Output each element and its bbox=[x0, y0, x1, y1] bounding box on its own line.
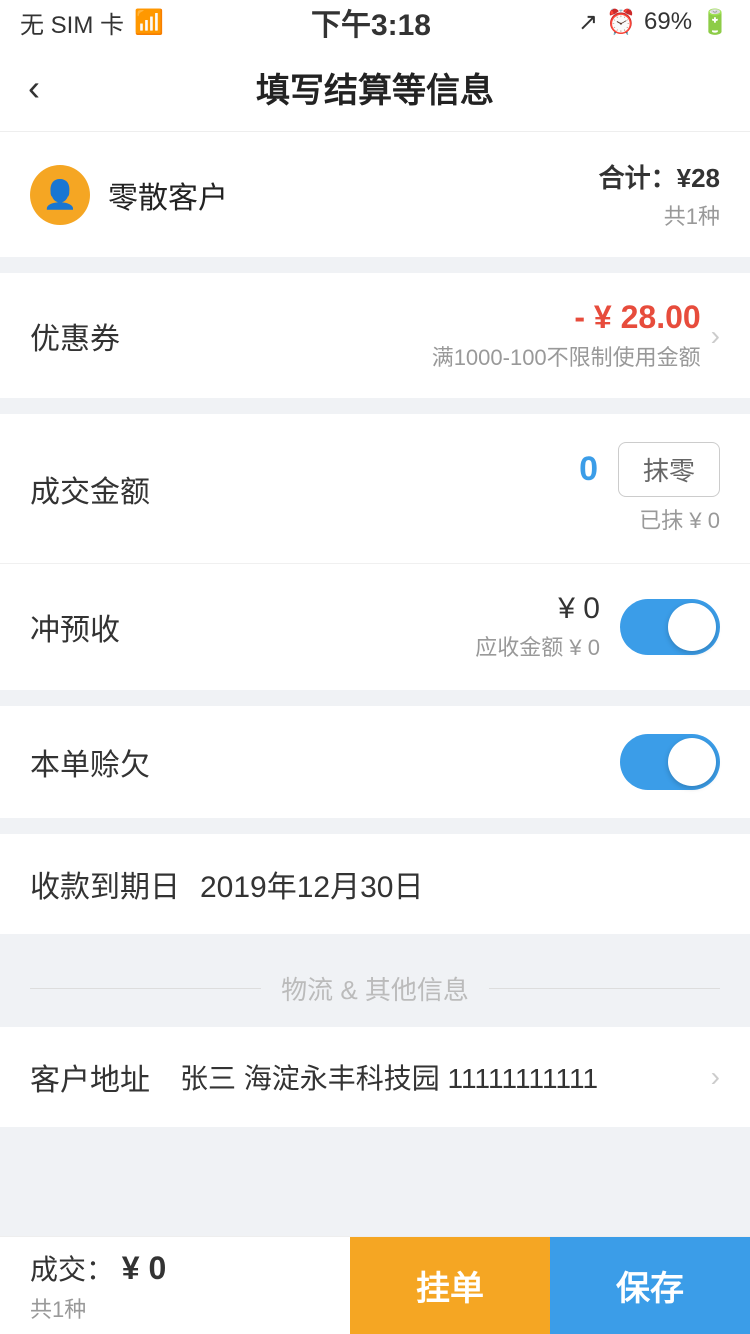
no-sim-text: 无 SIM 卡 bbox=[20, 5, 124, 40]
transaction-amount[interactable]: 0 bbox=[579, 450, 598, 489]
transaction-section: 成交金额 0 抹零 已抹 ¥ 0 冲预收 ¥ 0 应收金额 ¥ 0 bbox=[0, 414, 750, 690]
save-button[interactable]: 保存 bbox=[550, 1237, 750, 1334]
prepayment-main-amount: ¥ 0 bbox=[475, 592, 600, 626]
transaction-right: 0 抹零 已抹 ¥ 0 bbox=[579, 442, 720, 535]
coupon-amount: - ¥ 28.00 bbox=[432, 299, 701, 336]
customer-left: 👤 零散客户 bbox=[30, 165, 228, 225]
duedate-label: 收款到期日 bbox=[30, 862, 180, 906]
location-icon: ↗ bbox=[578, 8, 598, 37]
prepayment-label: 冲预收 bbox=[30, 605, 120, 649]
status-left: 无 SIM 卡 📶 bbox=[20, 5, 164, 40]
bottom-deal-label: 成交： bbox=[30, 1254, 114, 1285]
total-label: 合计：¥28 bbox=[599, 158, 720, 195]
logistics-divider: 物流 & 其他信息 bbox=[30, 970, 720, 1007]
debt-toggle[interactable] bbox=[620, 734, 720, 790]
customer-avatar: 👤 bbox=[30, 165, 90, 225]
coupon-section[interactable]: 优惠券 - ¥ 28.00 满1000-100不限制使用金额 › bbox=[0, 273, 750, 398]
total-count: 共1种 bbox=[599, 199, 720, 231]
transaction-label: 成交金额 bbox=[30, 467, 150, 511]
bottom-deal-amount: ¥ 0 bbox=[122, 1250, 166, 1286]
duedate-section: 收款到期日 2019年12月30日 bbox=[0, 834, 750, 934]
customer-right: 合计：¥28 共1种 bbox=[599, 158, 720, 231]
address-label: 客户地址 bbox=[30, 1055, 150, 1099]
alarm-icon: ⏰ bbox=[606, 8, 636, 37]
customer-name: 零散客户 bbox=[108, 173, 228, 217]
logistics-divider-container: 物流 & 其他信息 bbox=[0, 950, 750, 1027]
transaction-sub: 已抹 ¥ 0 bbox=[639, 503, 720, 535]
address-value: 张三 海淀永丰科技园 11111111111 bbox=[180, 1057, 711, 1097]
coupon-right: - ¥ 28.00 满1000-100不限制使用金额 › bbox=[432, 299, 720, 372]
prepayment-amounts: ¥ 0 应收金额 ¥ 0 bbox=[475, 592, 600, 662]
bottom-bar: 成交： ¥ 0 共1种 挂单 保存 bbox=[0, 1236, 750, 1334]
debt-label: 本单赊欠 bbox=[30, 740, 150, 784]
coupon-label: 优惠券 bbox=[30, 314, 120, 358]
duedate-value[interactable]: 2019年12月30日 bbox=[200, 862, 423, 906]
status-right: ↗ ⏰ 69% 🔋 bbox=[578, 8, 730, 37]
divider-line-left bbox=[30, 988, 261, 989]
prepayment-toggle[interactable] bbox=[620, 599, 720, 655]
transaction-row: 成交金额 0 抹零 已抹 ¥ 0 bbox=[0, 414, 750, 564]
customer-section: 👤 零散客户 合计：¥28 共1种 bbox=[0, 132, 750, 257]
divider-line-right bbox=[489, 988, 720, 989]
prepayment-right: ¥ 0 应收金额 ¥ 0 bbox=[475, 592, 720, 662]
nav-bar: ‹ 填写结算等信息 bbox=[0, 44, 750, 132]
bottom-spacer bbox=[0, 1143, 750, 1241]
prepayment-sub-amount: 应收金额 ¥ 0 bbox=[475, 630, 600, 662]
logistics-divider-text: 物流 & 其他信息 bbox=[261, 970, 489, 1007]
hold-order-button[interactable]: 挂单 bbox=[350, 1237, 550, 1334]
battery-icon: 🔋 bbox=[700, 8, 730, 37]
address-chevron-icon: › bbox=[711, 1061, 720, 1093]
transaction-amount-row: 0 抹零 bbox=[579, 442, 720, 497]
wifi-icon: 📶 bbox=[134, 8, 164, 37]
bottom-count: 共1种 bbox=[30, 1292, 320, 1324]
round-zero-button[interactable]: 抹零 bbox=[618, 442, 720, 497]
status-time: 下午3:18 bbox=[311, 0, 431, 44]
back-button[interactable]: ‹ bbox=[28, 67, 40, 109]
bottom-deal-row: 成交： ¥ 0 bbox=[30, 1248, 320, 1288]
page-title: 填写结算等信息 bbox=[256, 63, 494, 112]
battery-percent: 69% bbox=[644, 8, 692, 36]
avatar-icon: 👤 bbox=[43, 178, 78, 211]
duedate-row: 收款到期日 2019年12月30日 bbox=[30, 862, 720, 906]
coupon-info: - ¥ 28.00 满1000-100不限制使用金额 bbox=[432, 299, 701, 372]
coupon-description: 满1000-100不限制使用金额 bbox=[432, 340, 701, 372]
toggle-knob bbox=[668, 603, 716, 651]
status-bar: 无 SIM 卡 📶 下午3:18 ↗ ⏰ 69% 🔋 bbox=[0, 0, 750, 44]
chevron-right-icon: › bbox=[711, 320, 720, 352]
debt-section: 本单赊欠 bbox=[0, 706, 750, 818]
bottom-summary: 成交： ¥ 0 共1种 bbox=[0, 1248, 350, 1324]
debt-toggle-knob bbox=[668, 738, 716, 786]
address-section[interactable]: 客户地址 张三 海淀永丰科技园 11111111111 › bbox=[0, 1027, 750, 1127]
prepayment-row: 冲预收 ¥ 0 应收金额 ¥ 0 bbox=[0, 564, 750, 690]
